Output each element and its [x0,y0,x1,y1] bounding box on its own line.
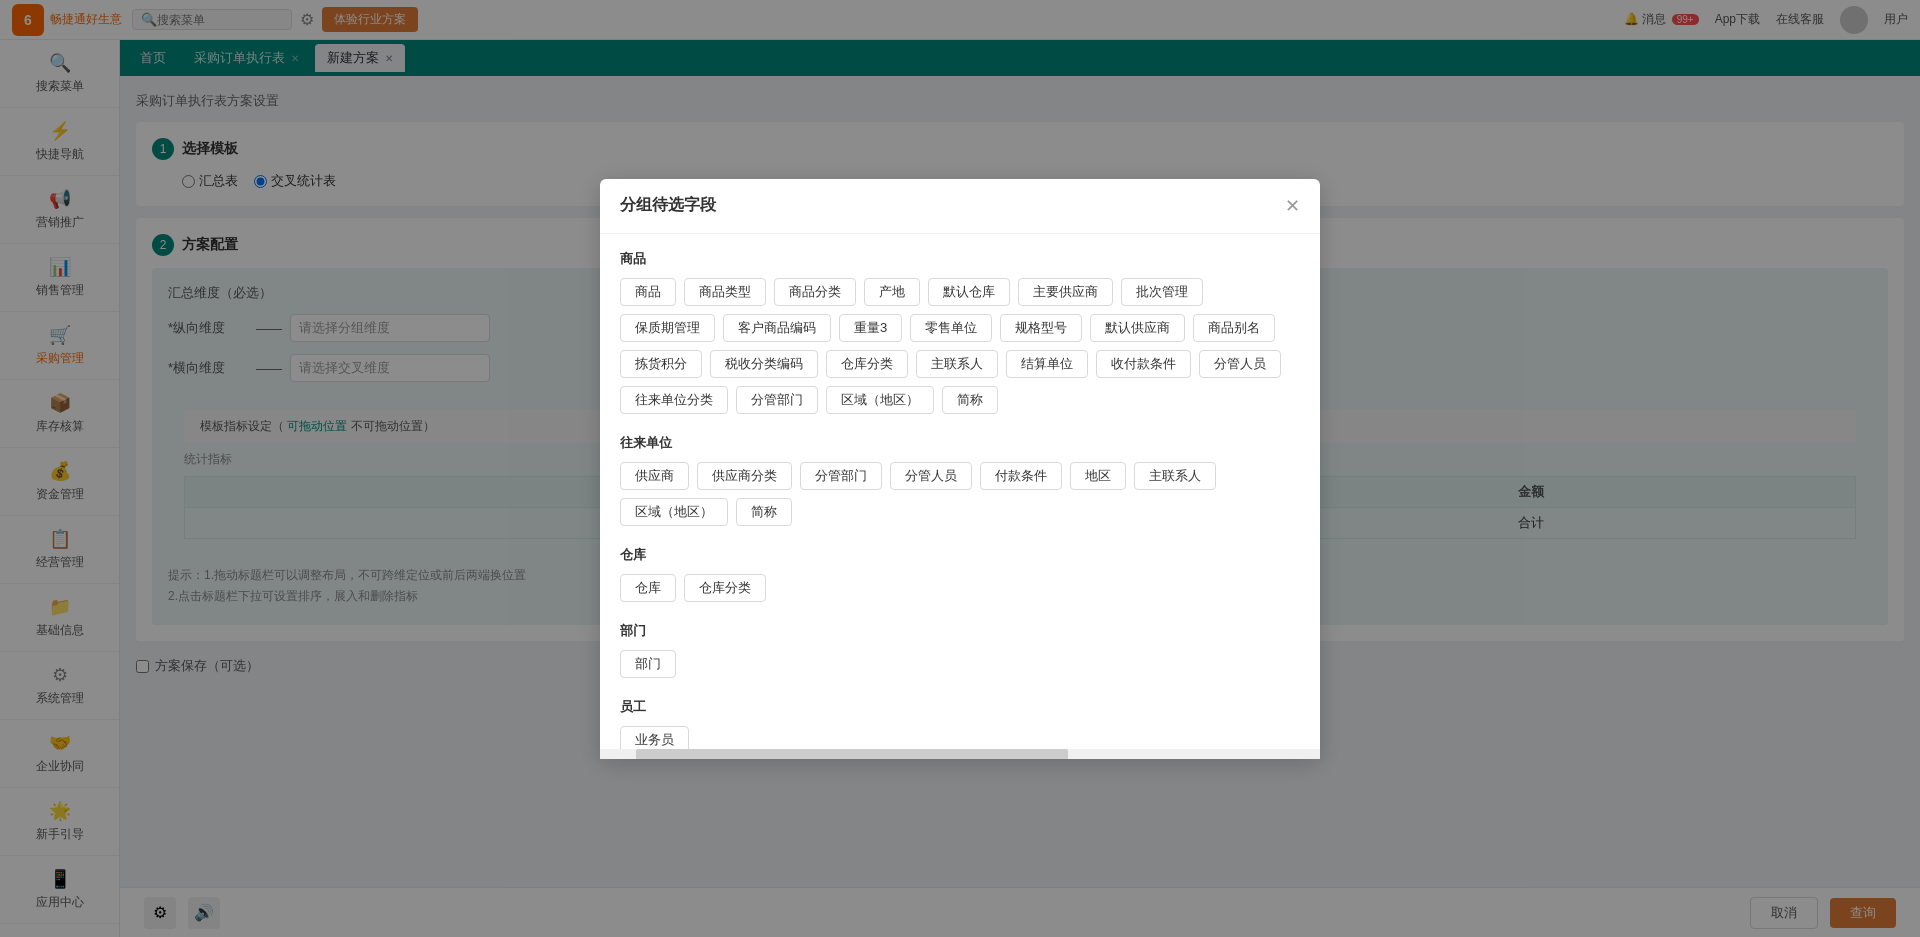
field-tag[interactable]: 零售单位 [910,314,992,342]
field-tag[interactable]: 商品类型 [684,278,766,306]
field-tag[interactable]: 仓库 [620,574,676,602]
field-tag[interactable]: 默认仓库 [928,278,1010,306]
section-department-title: 部门 [620,622,1300,640]
section-department: 部门 部门 [620,622,1300,678]
modal-header: 分组待选字段 ✕ [600,179,1320,234]
field-tag[interactable]: 区域（地区） [826,386,934,414]
modal-close-button[interactable]: ✕ [1285,195,1300,217]
field-tag[interactable]: 客户商品编码 [723,314,831,342]
field-tag[interactable]: 主联系人 [1134,462,1216,490]
section-warehouse: 仓库 仓库 仓库分类 [620,546,1300,602]
section-warehouse-tags: 仓库 仓库分类 [620,574,1300,602]
field-tag[interactable]: 分管部门 [800,462,882,490]
modal-dialog: 分组待选字段 ✕ 商品 商品 商品类型 商品分类 产地 默认仓库 主要供应商 批… [600,179,1320,759]
field-tag[interactable]: 简称 [942,386,998,414]
field-tag[interactable]: 供应商分类 [697,462,792,490]
section-warehouse-title: 仓库 [620,546,1300,564]
section-counterpart-tags: 供应商 供应商分类 分管部门 分管人员 付款条件 地区 主联系人 区域（地区） … [620,462,1300,526]
field-tag[interactable]: 仓库分类 [684,574,766,602]
field-tag[interactable]: 拣货积分 [620,350,702,378]
field-tag[interactable]: 商品分类 [774,278,856,306]
section-goods-title: 商品 [620,250,1300,268]
modal-body[interactable]: 商品 商品 商品类型 商品分类 产地 默认仓库 主要供应商 批次管理 保质期管理… [600,234,1320,750]
modal-hscroll-thumb [636,749,1068,758]
section-employee-tags: 业务员 [620,726,1300,750]
section-goods: 商品 商品 商品类型 商品分类 产地 默认仓库 主要供应商 批次管理 保质期管理… [620,250,1300,414]
field-tag[interactable]: 产地 [864,278,920,306]
field-tag[interactable]: 保质期管理 [620,314,715,342]
field-tag[interactable]: 仓库分类 [826,350,908,378]
field-tag[interactable]: 付款条件 [980,462,1062,490]
field-tag[interactable]: 简称 [736,498,792,526]
modal-hscroll[interactable] [600,749,1320,758]
field-tag[interactable]: 批次管理 [1121,278,1203,306]
field-tag[interactable]: 主要供应商 [1018,278,1113,306]
field-tag[interactable]: 往来单位分类 [620,386,728,414]
field-tag[interactable]: 默认供应商 [1090,314,1185,342]
section-counterpart: 往来单位 供应商 供应商分类 分管部门 分管人员 付款条件 地区 主联系人 区域… [620,434,1300,526]
field-tag[interactable]: 税收分类编码 [710,350,818,378]
field-tag[interactable]: 重量3 [839,314,902,342]
field-tag[interactable]: 区域（地区） [620,498,728,526]
modal-title: 分组待选字段 [620,195,716,216]
field-tag[interactable]: 供应商 [620,462,689,490]
field-tag[interactable]: 地区 [1070,462,1126,490]
modal-overlay: 分组待选字段 ✕ 商品 商品 商品类型 商品分类 产地 默认仓库 主要供应商 批… [0,0,1920,937]
field-tag[interactable]: 分管人员 [890,462,972,490]
section-counterpart-title: 往来单位 [620,434,1300,452]
field-tag[interactable]: 主联系人 [916,350,998,378]
field-tag[interactable]: 结算单位 [1006,350,1088,378]
field-tag[interactable]: 商品别名 [1193,314,1275,342]
field-tag[interactable]: 商品 [620,278,676,306]
field-tag[interactable]: 分管部门 [736,386,818,414]
section-department-tags: 部门 [620,650,1300,678]
field-tag[interactable]: 分管人员 [1199,350,1281,378]
section-employee: 员工 业务员 [620,698,1300,750]
field-tag[interactable]: 业务员 [620,726,689,750]
field-tag[interactable]: 规格型号 [1000,314,1082,342]
field-tag[interactable]: 部门 [620,650,676,678]
field-tag[interactable]: 收付款条件 [1096,350,1191,378]
section-goods-tags: 商品 商品类型 商品分类 产地 默认仓库 主要供应商 批次管理 保质期管理 客户… [620,278,1300,414]
section-employee-title: 员工 [620,698,1300,716]
